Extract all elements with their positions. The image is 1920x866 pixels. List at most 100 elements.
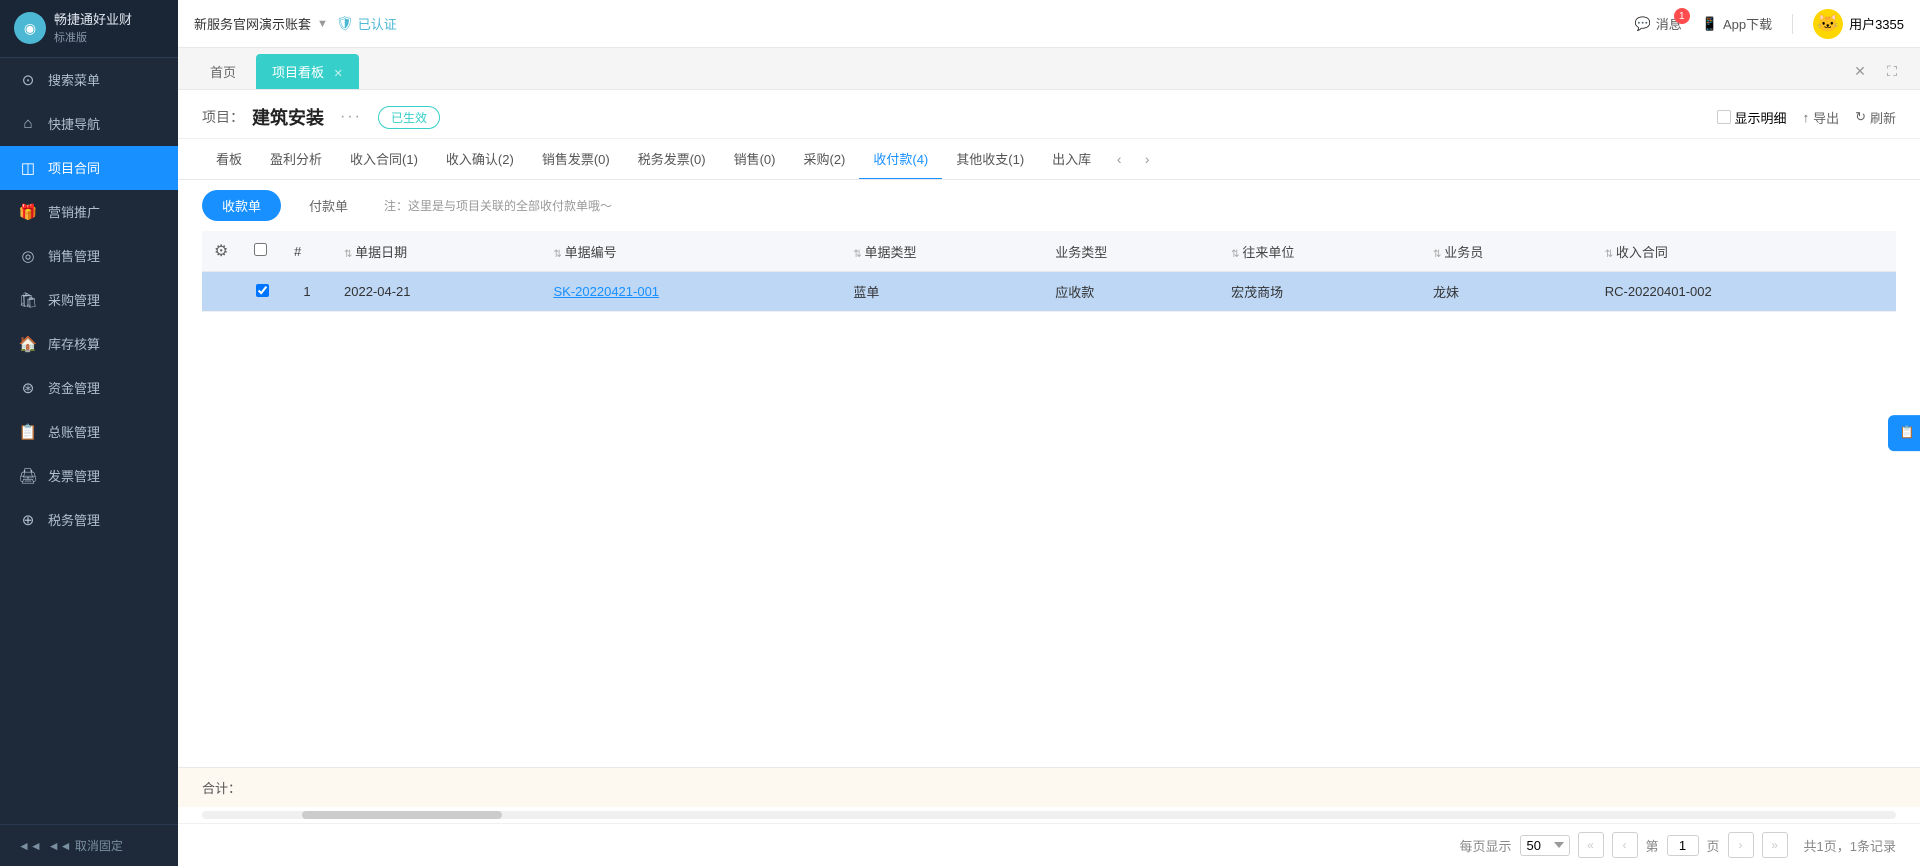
th-biz-type-label: 业务类型: [1055, 245, 1107, 260]
subtab-inout[interactable]: 出入库: [1038, 139, 1105, 180]
pagination-next-button[interactable]: ›: [1728, 832, 1754, 858]
pagination-prev-button[interactable]: ‹: [1612, 832, 1638, 858]
message-button[interactable]: 💬 消息 1: [1635, 14, 1682, 33]
page-suffix-label: 页: [1707, 836, 1720, 855]
certified-badge: 🛡 已认证: [336, 14, 397, 33]
sidebar-item-search[interactable]: ⊙ 搜索菜单: [0, 58, 178, 102]
app-download-button[interactable]: 📱 App下载: [1702, 14, 1772, 33]
tab-home[interactable]: 首页: [194, 54, 252, 89]
th-type[interactable]: 单据类型: [841, 231, 1043, 272]
subtab-tax-invoice[interactable]: 税务发票(0): [624, 139, 720, 180]
subtab-kanban-label: 看板: [216, 152, 242, 167]
subtab-payment-label: 收付款(4): [873, 152, 928, 167]
sidebar-item-invoice[interactable]: 🖨 发票管理: [0, 454, 178, 498]
table-wrap: ⚙ # 单据日期 单据编号 单据类型: [178, 221, 1920, 767]
project-actions: 显示明细 ↑ 导出 ↻ 刷新: [1717, 108, 1896, 127]
row-check-cell[interactable]: [242, 272, 282, 312]
invoice-icon: 🖨: [18, 466, 38, 486]
subtabs-next-arrow[interactable]: ›: [1133, 145, 1161, 173]
sidebar-label-sales: 销售管理: [48, 246, 100, 265]
th-partner[interactable]: 往来单位: [1219, 231, 1421, 272]
select-all-checkbox[interactable]: [254, 243, 267, 256]
message-badge: 1: [1674, 8, 1690, 24]
th-number: #: [282, 231, 332, 272]
sidebar-label-purchase: 采购管理: [48, 290, 100, 309]
logo-icon: ◉: [14, 12, 46, 44]
pagination-first-button[interactable]: «: [1578, 832, 1604, 858]
user-menu[interactable]: 🐱 用户3355: [1813, 9, 1904, 39]
sidebar-unpin-button[interactable]: ◄◄ ◄◄ 取消固定: [0, 824, 178, 866]
main-area: 新服务官网演示账套 ▼ 🛡 已认证 💬 消息 1 📱 App下载 🐱 用户335…: [178, 0, 1920, 866]
tabbar: 首页 项目看板 ✕ ✕ ⛶: [178, 48, 1920, 90]
content-area: 项目： 建筑安装 ··· 已生效 显示明细 ↑ 导出 ↻ 刷新: [178, 90, 1920, 866]
project-name: 建筑安装: [252, 104, 324, 130]
subtab-income-confirm-label: 收入确认(2): [446, 152, 514, 167]
th-checkbox: [242, 231, 282, 272]
window-maximize-button[interactable]: ⛶: [1880, 59, 1904, 83]
export-button[interactable]: ↑ 导出: [1803, 108, 1840, 127]
row-code-link[interactable]: SK-20220421-001: [554, 284, 660, 299]
sub2tab-payment-label: 付款单: [309, 199, 348, 214]
subtabs-prev-arrow[interactable]: ‹: [1105, 145, 1133, 173]
table-row[interactable]: 1 2022-04-21 SK-20220421-001 蓝单 应收款 宏茂商场…: [202, 272, 1896, 312]
subtab-income-confirm[interactable]: 收入确认(2): [432, 139, 528, 180]
table-body: 1 2022-04-21 SK-20220421-001 蓝单 应收款 宏茂商场…: [202, 272, 1896, 312]
sub2tab-payment[interactable]: 付款单: [289, 190, 368, 221]
th-type-label: 单据类型: [865, 245, 917, 260]
sidebar-item-inventory[interactable]: 🏠 库存核算: [0, 322, 178, 366]
edition-label: 标准版: [54, 29, 132, 45]
account-arrow-icon: ▼: [317, 18, 328, 30]
app-download-label: App下载: [1723, 14, 1772, 33]
show-detail-checkbox[interactable]: 显示明细: [1717, 108, 1787, 127]
sidebar-item-tax[interactable]: ⊕ 税务管理: [0, 498, 178, 542]
subtab-income-contract[interactable]: 收入合同(1): [336, 139, 432, 180]
tab-close-icon[interactable]: ✕: [334, 68, 343, 80]
th-date[interactable]: 单据日期: [332, 231, 542, 272]
subtab-sales[interactable]: 销售(0): [720, 139, 790, 180]
subtab-profit[interactable]: 盈利分析: [256, 139, 336, 180]
row-code-cell[interactable]: SK-20220421-001: [542, 272, 842, 312]
page-input[interactable]: [1667, 835, 1699, 856]
detail-checkbox[interactable]: [1717, 110, 1731, 124]
project-more-button[interactable]: ···: [340, 108, 362, 126]
row-checkbox[interactable]: [256, 284, 269, 297]
subtab-kanban[interactable]: 看板: [202, 139, 256, 180]
tab-home-label: 首页: [210, 65, 236, 80]
window-close-button[interactable]: ✕: [1848, 59, 1872, 83]
row-staff-cell: 龙妹: [1421, 272, 1593, 312]
project-prefix: 项目：: [202, 107, 244, 127]
th-income-contract[interactable]: 收入合同: [1593, 231, 1896, 272]
right-float-button[interactable]: 📋: [1888, 415, 1920, 451]
th-staff[interactable]: 业务员: [1421, 231, 1593, 272]
sidebar-item-purchase[interactable]: 🛍 采购管理: [0, 278, 178, 322]
horizontal-scrollbar[interactable]: [202, 811, 1896, 819]
subtab-sales-invoice[interactable]: 销售发票(0): [528, 139, 624, 180]
sidebar-label-finance: 资金管理: [48, 378, 100, 397]
project-status-badge: 已生效: [378, 106, 440, 129]
per-page-select[interactable]: 50 20 100: [1520, 835, 1570, 856]
sidebar-item-project[interactable]: ◫ 项目合同: [0, 146, 178, 190]
th-gear[interactable]: ⚙: [202, 231, 242, 272]
sidebar-item-finance[interactable]: ⊛ 资金管理: [0, 366, 178, 410]
subtab-purchase[interactable]: 采购(2): [789, 139, 859, 180]
refresh-button[interactable]: ↻ 刷新: [1855, 108, 1896, 127]
sidebar-label-tax: 税务管理: [48, 510, 100, 529]
logo-text: 畅捷通好业财 标准版: [54, 12, 132, 45]
row-number-cell: 1: [282, 272, 332, 312]
row-gear-cell: [202, 272, 242, 312]
scroll-area: [178, 807, 1920, 823]
sidebar-item-ledger[interactable]: 📋 总账管理: [0, 410, 178, 454]
pagination-last-button[interactable]: »: [1762, 832, 1788, 858]
scrollbar-thumb[interactable]: [302, 811, 502, 819]
sub2tabs: 收款单 付款单 注：这里是与项目关联的全部收付款单哦～: [178, 180, 1920, 221]
sidebar-item-marketing[interactable]: 🎁 营销推广: [0, 190, 178, 234]
sidebar-item-quicknav[interactable]: ⌂ 快捷导航: [0, 102, 178, 146]
export-label: 导出: [1813, 108, 1839, 127]
subtab-other-expense[interactable]: 其他收支(1): [942, 139, 1038, 180]
th-code[interactable]: 单据编号: [542, 231, 842, 272]
subtab-payment[interactable]: 收付款(4): [859, 139, 942, 180]
account-selector[interactable]: 新服务官网演示账套 ▼: [194, 14, 328, 33]
tab-project-board[interactable]: 项目看板 ✕: [256, 54, 359, 89]
sidebar-item-sales[interactable]: ◎ 销售管理: [0, 234, 178, 278]
sub2tab-receipt[interactable]: 收款单: [202, 190, 281, 221]
